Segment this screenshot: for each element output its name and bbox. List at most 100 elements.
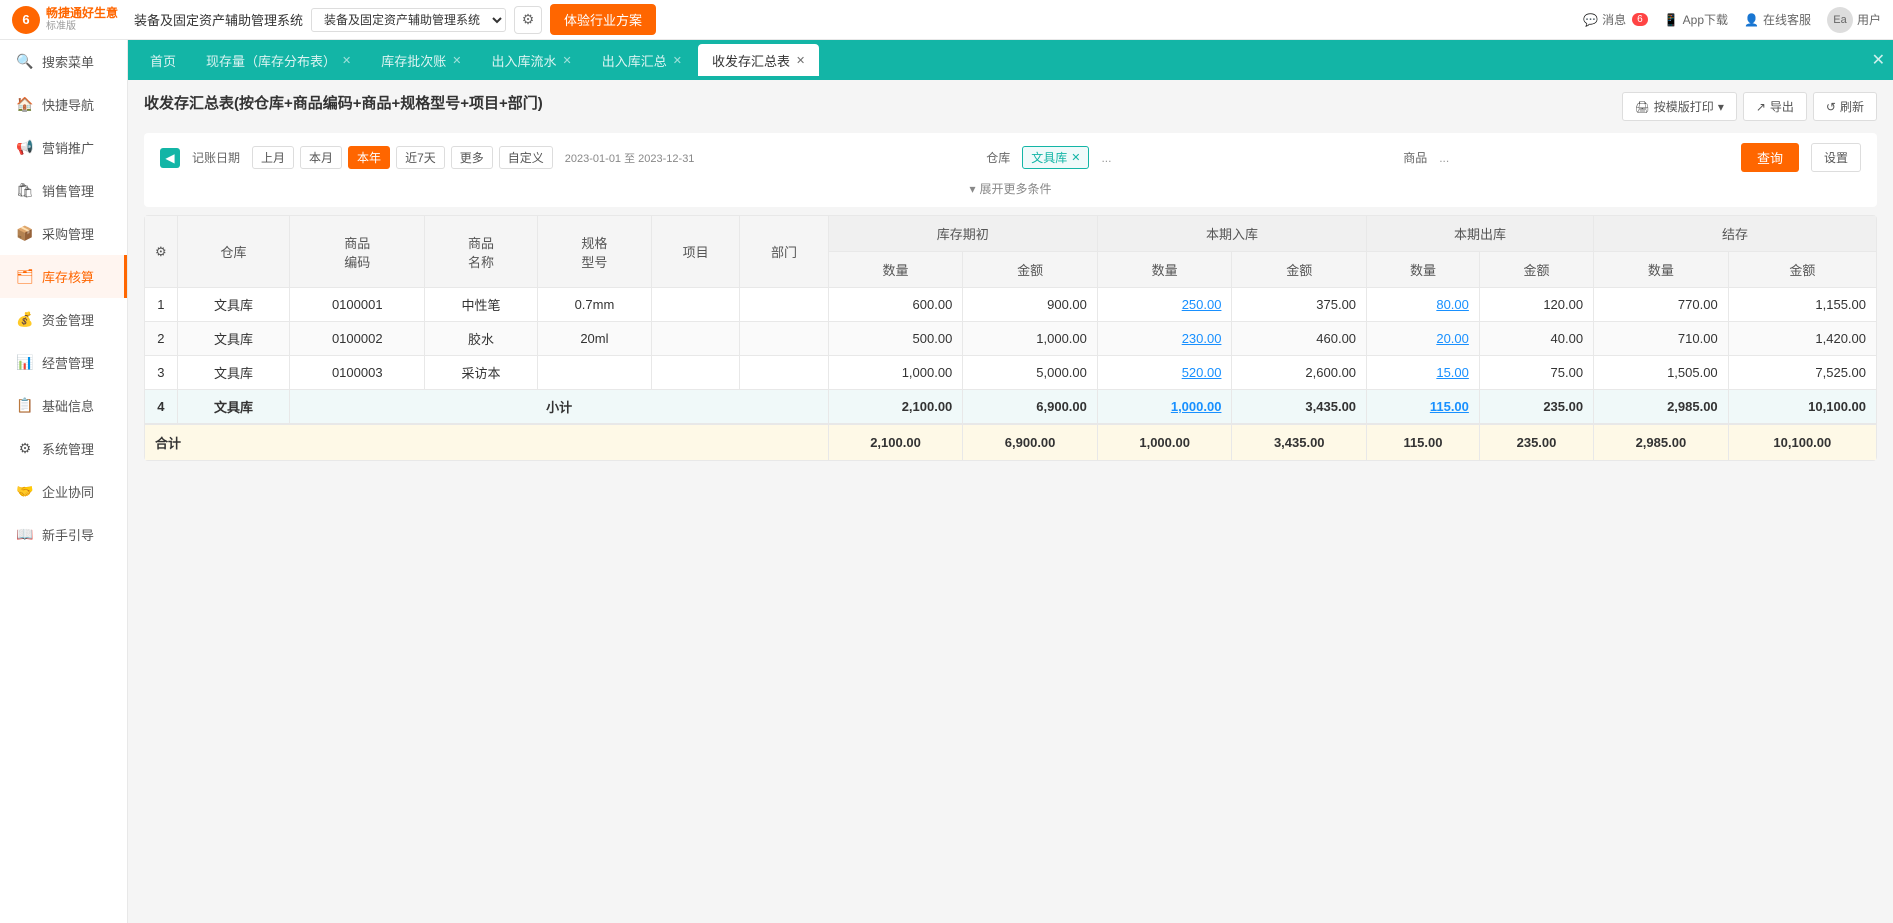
main-area: 首页 现存量（库存分布表） ✕ 库存批次账 ✕ 出入库流水 ✕ 出入库汇总 ✕ …	[128, 40, 1893, 923]
refresh-button[interactable]: ↺ 刷新	[1813, 92, 1877, 121]
sidebar-item-purchase[interactable]: 📦 采购管理	[0, 212, 127, 255]
tab-home[interactable]: 首页	[136, 44, 190, 76]
row-out-amt: 75.00	[1479, 356, 1593, 390]
chevron-down-icon: ▾	[1718, 100, 1724, 114]
row-open-amt: 5,000.00	[963, 356, 1098, 390]
total-out-amt: 235.00	[1479, 424, 1593, 461]
inventory-icon: 🗂	[16, 268, 34, 285]
user-area[interactable]: Ea 用户	[1827, 7, 1881, 33]
tab-label: 收发存汇总表	[712, 51, 790, 70]
subtotal-warehouse: 文具库	[177, 390, 290, 425]
row-open-qty: 1,000.00	[828, 356, 963, 390]
row-in-qty[interactable]: 250.00	[1097, 288, 1232, 322]
sidebar-item-quick-nav[interactable]: 🏠 快捷导航	[0, 83, 127, 126]
date-range: 2023-01-01 至 2023-12-31	[565, 150, 695, 166]
tab-summary[interactable]: 出入库汇总 ✕	[588, 44, 696, 76]
sidebar-item-marketing[interactable]: 📢 营销推广	[0, 126, 127, 169]
tab-flow[interactable]: 出入库流水 ✕	[477, 44, 585, 76]
message-button[interactable]: 💬 消息 6	[1583, 11, 1648, 28]
page-title: 收发存汇总表(按仓库+商品编码+商品+规格型号+项目+部门)	[144, 92, 543, 113]
sidebar-item-cooperation[interactable]: 🤝 企业协同	[0, 470, 127, 513]
sidebar-item-system[interactable]: ⚙ 系统管理	[0, 427, 127, 470]
date-btn-more[interactable]: 更多	[451, 146, 493, 169]
content-area: 收发存汇总表(按仓库+商品编码+商品+规格型号+项目+部门) 🖨 按模版打印 ▾…	[128, 80, 1893, 923]
row-dept	[740, 322, 828, 356]
subtotal-in-qty: 1,000.00	[1097, 390, 1232, 425]
sidebar-item-label: 搜索菜单	[42, 52, 94, 71]
tab-receive-send[interactable]: 收发存汇总表 ✕	[698, 44, 819, 76]
sidebar-item-finance[interactable]: 💰 资金管理	[0, 298, 127, 341]
sidebar-item-basic[interactable]: 📋 基础信息	[0, 384, 127, 427]
tab-close-icon[interactable]: ✕	[342, 54, 351, 67]
date-btn-this-month[interactable]: 本月	[300, 146, 342, 169]
layout: 🔍 搜索菜单 🏠 快捷导航 📢 营销推广 🛍 销售管理 📦 采购管理 🗂 库存核…	[0, 40, 1893, 923]
logo-sub: 标准版	[46, 21, 118, 33]
col-closing-group: 结存	[1594, 216, 1877, 252]
sidebar-item-guide[interactable]: 📖 新手引导	[0, 513, 127, 556]
warehouse-more-button[interactable]: ...	[1101, 151, 1111, 165]
warehouse-tag-close[interactable]: ✕	[1071, 151, 1080, 164]
tab-close-icon[interactable]: ✕	[452, 54, 461, 67]
row-dept	[740, 356, 828, 390]
tab-close-icon[interactable]: ✕	[563, 54, 572, 67]
tab-batch[interactable]: 库存批次账 ✕	[367, 44, 475, 76]
finance-icon: 💰	[16, 311, 34, 328]
row-open-qty: 500.00	[828, 322, 963, 356]
marketing-icon: 📢	[16, 139, 34, 156]
sidebar-item-label: 营销推广	[42, 138, 94, 157]
col-open-amt: 金额	[963, 252, 1098, 288]
data-table-wrap: ⚙ 仓库 商品编码 商品名称 规格型号 项目 部门 库存期初 本期入库 本期出库…	[144, 215, 1877, 461]
sidebar-item-search[interactable]: 🔍 搜索菜单	[0, 40, 127, 83]
system-title: 装备及固定资产辅助管理系统	[134, 10, 303, 29]
sidebar-item-label: 采购管理	[42, 224, 94, 243]
date-btn-this-year[interactable]: 本年	[348, 146, 390, 169]
query-button[interactable]: 查询	[1741, 143, 1799, 172]
avatar: Ea	[1827, 7, 1853, 33]
subtotal-out-qty: 115.00	[1367, 390, 1480, 425]
tab-bar-close-icon[interactable]: ✕	[1872, 50, 1885, 70]
trial-button[interactable]: 体验行业方案	[550, 4, 656, 35]
message-badge: 6	[1632, 13, 1648, 26]
date-btn-7days[interactable]: 近7天	[396, 146, 445, 169]
tab-label: 现存量（库存分布表）	[206, 51, 336, 70]
expand-more-button[interactable]: ▾ 展开更多条件	[969, 180, 1051, 197]
row-warehouse: 文具库	[177, 322, 290, 356]
table-setting-button[interactable]: 设置	[1811, 143, 1861, 172]
row-out-qty[interactable]: 80.00	[1367, 288, 1480, 322]
export-button[interactable]: ↗ 导出	[1743, 92, 1807, 121]
date-options: 上月 本月 本年 近7天 更多 自定义	[252, 146, 553, 169]
tab-close-icon[interactable]: ✕	[673, 54, 682, 67]
print-icon: 🖨	[1635, 100, 1650, 114]
filter-toggle-button[interactable]: ◀	[160, 148, 180, 168]
system-selector[interactable]: 装备及固定资产辅助管理系统	[311, 8, 506, 32]
app-download-button[interactable]: 📱 App下载	[1664, 11, 1728, 28]
row-name: 胶水	[425, 322, 538, 356]
row-in-amt: 2,600.00	[1232, 356, 1367, 390]
goods-more-button[interactable]: ...	[1439, 151, 1449, 165]
tab-label: 出入库流水	[491, 51, 556, 70]
online-service-button[interactable]: 👤 在线客服	[1744, 11, 1811, 28]
tab-home-label: 首页	[150, 51, 176, 70]
sidebar-item-label: 新手引导	[42, 525, 94, 544]
sidebar-item-sales[interactable]: 🛍 销售管理	[0, 169, 127, 212]
date-btn-last-month[interactable]: 上月	[252, 146, 294, 169]
date-btn-custom[interactable]: 自定义	[499, 146, 553, 169]
row-out-qty[interactable]: 15.00	[1367, 356, 1480, 390]
row-out-amt: 120.00	[1479, 288, 1593, 322]
expand-icon: ▾	[969, 182, 975, 196]
row-out-qty[interactable]: 20.00	[1367, 322, 1480, 356]
row-in-qty[interactable]: 520.00	[1097, 356, 1232, 390]
sidebar-item-inventory[interactable]: 🗂 库存核算	[0, 255, 127, 298]
settings-gear-button[interactable]: ⚙	[514, 6, 542, 34]
col-out-qty: 数量	[1367, 252, 1480, 288]
col-settings-header[interactable]: ⚙	[145, 216, 178, 288]
sidebar-item-operation[interactable]: 📊 经营管理	[0, 341, 127, 384]
tab-close-icon[interactable]: ✕	[796, 54, 805, 67]
cooperation-icon: 🤝	[16, 483, 34, 500]
total-out-qty: 115.00	[1367, 424, 1480, 461]
col-close-amt: 金额	[1728, 252, 1876, 288]
row-in-qty[interactable]: 230.00	[1097, 322, 1232, 356]
sales-icon: 🛍	[16, 182, 34, 199]
print-button[interactable]: 🖨 按模版打印 ▾	[1622, 92, 1737, 121]
tab-inventory-dist[interactable]: 现存量（库存分布表） ✕	[192, 44, 365, 76]
